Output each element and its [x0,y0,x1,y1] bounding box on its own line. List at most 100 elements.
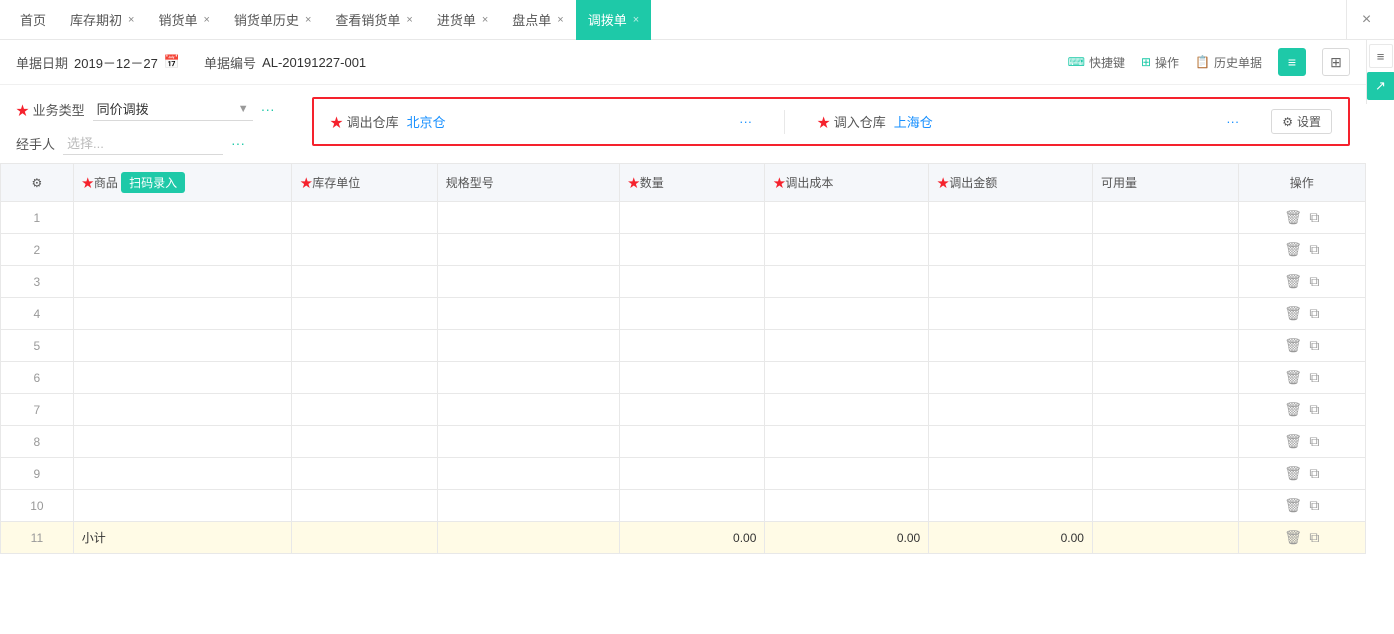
delete-icon[interactable]: 🗑 [1284,369,1302,385]
tab-transfer[interactable]: 调拨单 × [576,0,651,40]
amount-cell[interactable] [929,266,1093,298]
qty-cell[interactable] [619,234,765,266]
spec-cell[interactable] [437,202,619,234]
spec-cell[interactable] [437,458,619,490]
unit-cell[interactable] [292,330,438,362]
unit-cell[interactable] [292,426,438,458]
delete-icon[interactable]: 🗑 [1284,433,1302,449]
calendar-icon[interactable]: 📅 [164,54,180,70]
copy-icon[interactable]: ⧉ [1309,401,1319,417]
copy-icon[interactable]: ⧉ [1309,497,1319,513]
cost-cell[interactable] [765,362,929,394]
qty-cell[interactable] [619,298,765,330]
available-cell[interactable] [1092,266,1238,298]
copy-icon[interactable]: ⧉ [1309,209,1319,225]
copy-icon[interactable]: ⧉ [1309,433,1319,449]
out-warehouse-more-icon[interactable]: ··· [739,114,752,129]
qty-cell[interactable] [619,458,765,490]
spec-cell[interactable] [437,426,619,458]
copy-icon[interactable]: ⧉ [1309,337,1319,353]
cost-cell[interactable] [765,266,929,298]
cost-cell[interactable] [765,490,929,522]
unit-cell[interactable] [292,266,438,298]
available-cell[interactable] [1092,234,1238,266]
cost-cell[interactable] [765,330,929,362]
tab-close-stocktake[interactable]: × [557,14,563,26]
product-cell[interactable] [73,330,291,362]
unit-cell[interactable] [292,490,438,522]
tab-view-sales[interactable]: 查看销货单 × [323,0,424,40]
tab-sales-order[interactable]: 销货单 × [146,0,221,40]
available-cell[interactable] [1092,330,1238,362]
ops-btn[interactable]: ⊞ 操作 [1141,54,1179,71]
copy-icon[interactable]: ⧉ [1309,529,1319,545]
delete-icon[interactable]: 🗑 [1284,529,1302,545]
person-more-icon[interactable]: ··· [231,135,245,151]
layout-btn-grid[interactable]: ⊞ [1322,48,1350,76]
cost-cell[interactable] [765,202,929,234]
qty-cell[interactable] [619,266,765,298]
tab-purchase[interactable]: 进货单 × [425,0,500,40]
product-cell[interactable] [73,458,291,490]
available-cell[interactable] [1092,298,1238,330]
amount-cell[interactable] [929,330,1093,362]
amount-cell[interactable] [929,202,1093,234]
product-cell[interactable] [73,362,291,394]
cost-cell[interactable] [765,458,929,490]
tab-home[interactable]: 首页 [8,0,58,40]
amount-cell[interactable] [929,490,1093,522]
tab-close-view-sales[interactable]: × [406,14,412,26]
available-cell[interactable] [1092,458,1238,490]
unit-cell[interactable] [292,202,438,234]
qty-cell[interactable] [619,394,765,426]
qty-cell[interactable] [619,330,765,362]
available-cell[interactable] [1092,490,1238,522]
spec-cell[interactable] [437,298,619,330]
available-cell[interactable] [1092,202,1238,234]
delete-icon[interactable]: 🗑 [1284,209,1302,225]
col-gear[interactable]: ⚙ [1,164,74,202]
cost-cell[interactable] [765,394,929,426]
layout-btn-list[interactable]: ≡ [1278,48,1306,76]
product-cell[interactable] [73,426,291,458]
window-close-button[interactable]: × [1346,0,1386,40]
product-cell[interactable] [73,234,291,266]
delete-icon[interactable]: 🗑 [1284,497,1302,513]
cost-cell[interactable] [765,234,929,266]
qty-cell[interactable] [619,426,765,458]
amount-cell[interactable] [929,394,1093,426]
tab-close-sales-history[interactable]: × [305,14,311,26]
available-cell[interactable] [1092,394,1238,426]
history-btn[interactable]: 📋 历史单据 [1195,54,1262,71]
delete-icon[interactable]: 🗑 [1284,273,1302,289]
unit-cell[interactable] [292,362,438,394]
copy-icon[interactable]: ⧉ [1309,305,1319,321]
product-cell[interactable] [73,298,291,330]
delete-icon[interactable]: 🗑 [1284,465,1302,481]
qty-cell[interactable] [619,202,765,234]
copy-icon[interactable]: ⧉ [1309,241,1319,257]
copy-icon[interactable]: ⧉ [1309,273,1319,289]
tab-close-sales-order[interactable]: × [203,14,209,26]
sidebar-export-icon-btn[interactable]: ↗ [1367,72,1394,100]
cost-cell[interactable] [765,426,929,458]
amount-cell[interactable] [929,298,1093,330]
amount-cell[interactable] [929,234,1093,266]
tab-sales-history[interactable]: 销货单历史 × [222,0,323,40]
spec-cell[interactable] [437,234,619,266]
spec-cell[interactable] [437,362,619,394]
amount-cell[interactable] [929,362,1093,394]
tab-close-inventory-init[interactable]: × [128,14,134,26]
available-cell[interactable] [1092,426,1238,458]
product-cell[interactable] [73,266,291,298]
delete-icon[interactable]: 🗑 [1284,337,1302,353]
unit-cell[interactable] [292,298,438,330]
available-cell[interactable] [1092,362,1238,394]
spec-cell[interactable] [437,394,619,426]
settings-button[interactable]: ⚙ 设置 [1271,109,1332,134]
amount-cell[interactable] [929,426,1093,458]
shortcuts-btn[interactable]: ⌨ 快捷键 [1068,54,1125,71]
delete-icon[interactable]: 🗑 [1284,305,1302,321]
delete-icon[interactable]: 🗑 [1284,241,1302,257]
person-select[interactable]: 选择... [63,131,223,155]
